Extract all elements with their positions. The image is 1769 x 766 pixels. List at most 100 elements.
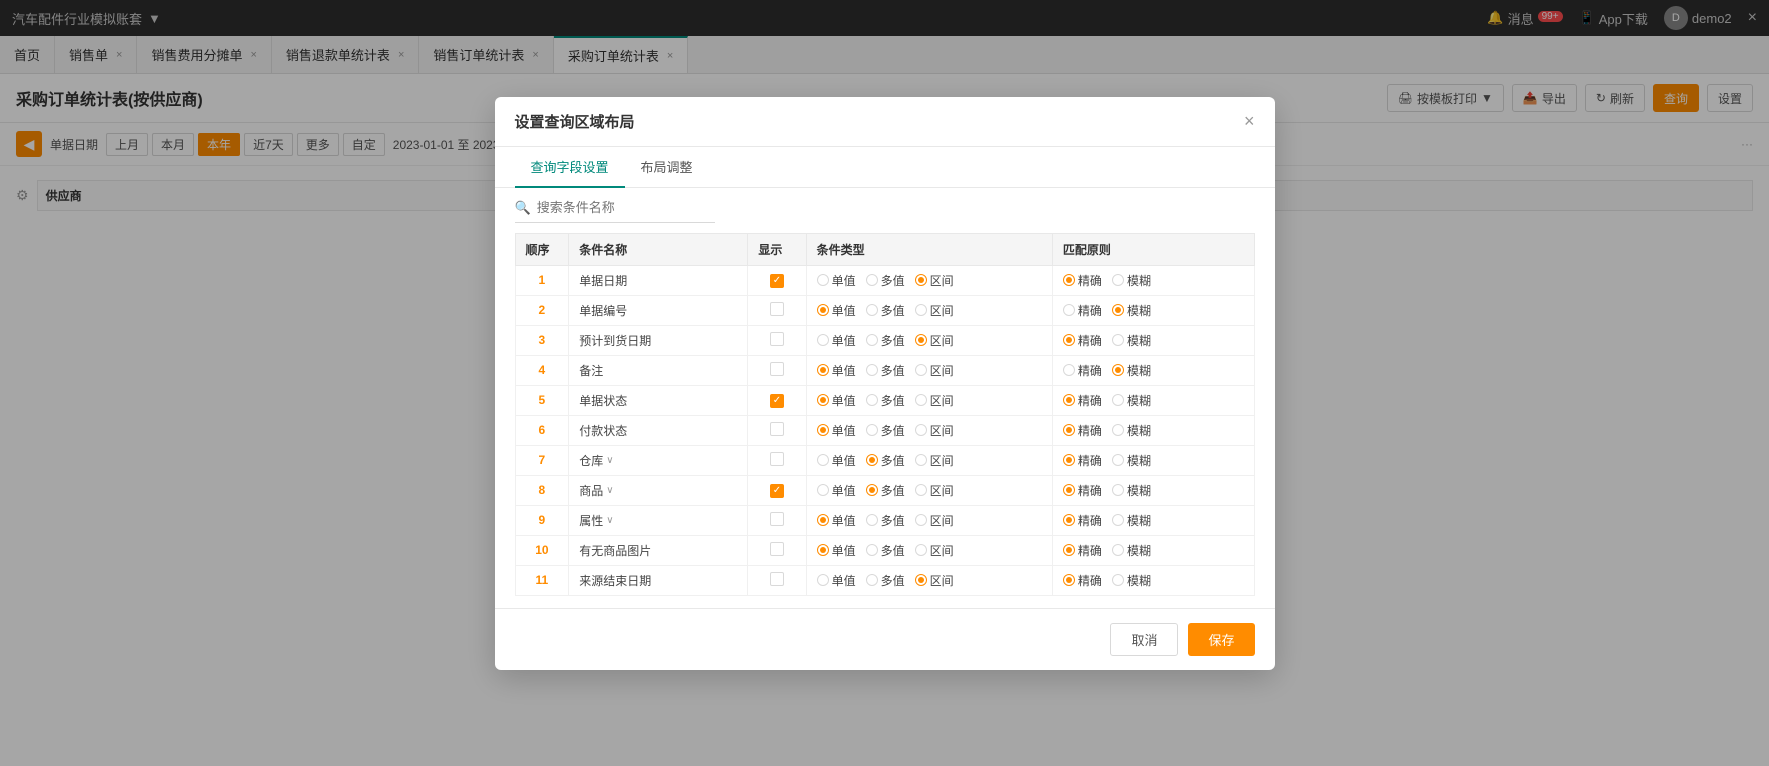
radio-match-circle-4 [1112,394,1124,406]
checkbox-show-3[interactable] [770,362,784,376]
radio-circle-3 [866,364,878,376]
radio-match-circle-9 [1063,544,1075,556]
radio-type-区间-8[interactable]: 区间 [915,512,954,529]
modal-search-input[interactable] [537,200,697,215]
arrow-down-icon: ∨ [606,455,613,466]
radio-match-模糊-10[interactable]: 模糊 [1112,572,1151,589]
row-show-8 [748,505,806,535]
radio-match-模糊-0[interactable]: 模糊 [1112,272,1151,289]
checkbox-show-2[interactable] [770,332,784,346]
modal-tab-layout[interactable]: 布局调整 [625,147,709,188]
radio-type-单值-7[interactable]: 单值 [817,482,856,499]
save-button[interactable]: 保存 [1188,623,1254,656]
row-type-1: 单值多值区间 [806,295,1052,325]
radio-type-单值-5[interactable]: 单值 [817,422,856,439]
radio-type-区间-10[interactable]: 区间 [915,572,954,589]
radio-match-模糊-4[interactable]: 模糊 [1112,392,1151,409]
checkbox-show-1[interactable] [770,302,784,316]
row-show-9 [748,535,806,565]
checkbox-show-8[interactable] [770,512,784,526]
radio-match-精确-4[interactable]: 精确 [1063,392,1102,409]
checkbox-show-5[interactable] [770,422,784,436]
checkbox-show-7[interactable] [770,484,784,498]
radio-type-单值-9[interactable]: 单值 [817,542,856,559]
radio-type-单值-4[interactable]: 单值 [817,392,856,409]
modal-close-btn[interactable]: × [1244,112,1255,130]
cancel-button[interactable]: 取消 [1110,623,1178,656]
modal-overlay: 设置查询区域布局 × 查询字段设置 布局调整 🔍 顺序 [0,0,1769,766]
radio-type-多值-10[interactable]: 多值 [866,572,905,589]
radio-match-模糊-1[interactable]: 模糊 [1112,302,1151,319]
checkbox-show-6[interactable] [770,452,784,466]
radio-match-精确-9[interactable]: 精确 [1063,542,1102,559]
radio-match-精确-2[interactable]: 精确 [1063,332,1102,349]
radio-match-精确-10[interactable]: 精确 [1063,572,1102,589]
table-row: 10有无商品图片单值多值区间精确模糊 [515,535,1254,565]
radio-type-多值-6[interactable]: 多值 [866,452,905,469]
radio-type-多值-5[interactable]: 多值 [866,422,905,439]
radio-circle-3 [817,364,829,376]
th-order: 顺序 [515,233,569,265]
radio-match-模糊-9[interactable]: 模糊 [1112,542,1151,559]
radio-match-模糊-8[interactable]: 模糊 [1112,512,1151,529]
row-name-5: 付款状态 [569,415,748,445]
row-show-1 [748,295,806,325]
radio-match-精确-0[interactable]: 精确 [1063,272,1102,289]
radio-match-精确-3[interactable]: 精确 [1063,362,1102,379]
radio-match-精确-1[interactable]: 精确 [1063,302,1102,319]
settings-modal: 设置查询区域布局 × 查询字段设置 布局调整 🔍 顺序 [495,97,1275,670]
radio-circle-4 [817,394,829,406]
radio-match-精确-7[interactable]: 精确 [1063,482,1102,499]
radio-type-单值-1[interactable]: 单值 [817,302,856,319]
radio-type-多值-2[interactable]: 多值 [866,332,905,349]
radio-circle-5 [817,424,829,436]
row-name-4: 单据状态 [569,385,748,415]
radio-type-区间-9[interactable]: 区间 [915,542,954,559]
radio-type-单值-0[interactable]: 单值 [817,272,856,289]
row-order-2: 3 [515,325,569,355]
radio-type-区间-2[interactable]: 区间 [915,332,954,349]
radio-match-模糊-6[interactable]: 模糊 [1112,452,1151,469]
radio-type-区间-6[interactable]: 区间 [915,452,954,469]
radio-type-多值-8[interactable]: 多值 [866,512,905,529]
radio-type-多值-7[interactable]: 多值 [866,482,905,499]
radio-type-单值-8[interactable]: 单值 [817,512,856,529]
radio-type-单值-3[interactable]: 单值 [817,362,856,379]
row-type-7: 单值多值区间 [806,475,1052,505]
radio-type-区间-3[interactable]: 区间 [915,362,954,379]
radio-type-区间-1[interactable]: 区间 [915,302,954,319]
radio-match-模糊-3[interactable]: 模糊 [1112,362,1151,379]
row-order-8: 9 [515,505,569,535]
radio-type-区间-0[interactable]: 区间 [915,272,954,289]
radio-type-多值-0[interactable]: 多值 [866,272,905,289]
checkbox-show-0[interactable] [770,274,784,288]
modal-tab-query-fields[interactable]: 查询字段设置 [515,147,625,188]
radio-match-精确-5[interactable]: 精确 [1063,422,1102,439]
radio-match-精确-8[interactable]: 精确 [1063,512,1102,529]
row-order-4: 5 [515,385,569,415]
radio-type-区间-4[interactable]: 区间 [915,392,954,409]
radio-type-区间-7[interactable]: 区间 [915,482,954,499]
radio-match-circle-3 [1063,364,1075,376]
radio-type-单值-10[interactable]: 单值 [817,572,856,589]
radio-type-多值-1[interactable]: 多值 [866,302,905,319]
radio-type-单值-2[interactable]: 单值 [817,332,856,349]
radio-match-精确-6[interactable]: 精确 [1063,452,1102,469]
radio-match-模糊-2[interactable]: 模糊 [1112,332,1151,349]
radio-type-单值-6[interactable]: 单值 [817,452,856,469]
radio-type-多值-9[interactable]: 多值 [866,542,905,559]
row-order-10: 11 [515,565,569,595]
radio-type-多值-3[interactable]: 多值 [866,362,905,379]
checkbox-show-9[interactable] [770,542,784,556]
radio-match-circle-5 [1063,424,1075,436]
checkbox-show-10[interactable] [770,572,784,586]
radio-match-模糊-5[interactable]: 模糊 [1112,422,1151,439]
checkbox-show-4[interactable] [770,394,784,408]
row-name-9: 有无商品图片 [569,535,748,565]
radio-match-模糊-7[interactable]: 模糊 [1112,482,1151,499]
radio-circle-10 [817,574,829,586]
radio-match-circle-10 [1063,574,1075,586]
radio-match-circle-0 [1063,274,1075,286]
radio-type-区间-5[interactable]: 区间 [915,422,954,439]
radio-type-多值-4[interactable]: 多值 [866,392,905,409]
